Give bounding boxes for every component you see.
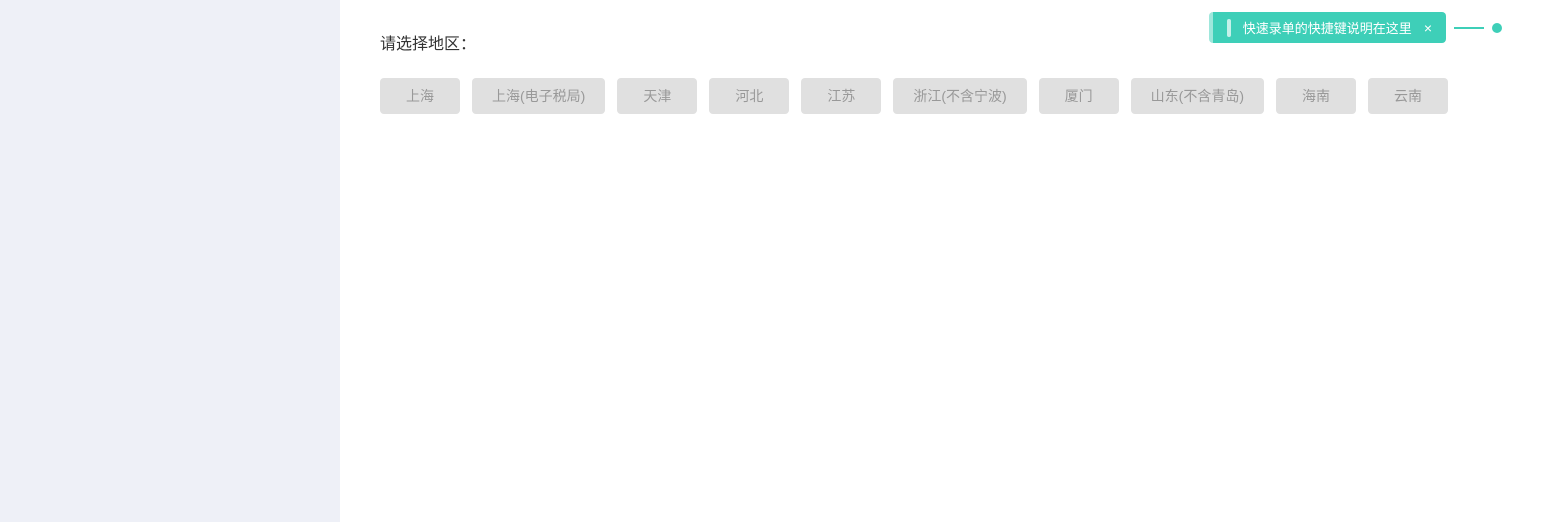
tooltip-line — [1454, 27, 1484, 29]
region-buttons: 上海上海(电子税局) 天津河北江苏浙江(不含宁波) 厦门山东(不含青岛) 海南云南 — [380, 78, 1522, 114]
region-btn-shanghai[interactable]: 上海 — [380, 78, 460, 114]
tooltip-close-button[interactable]: × — [1424, 20, 1432, 36]
region-btn-yunnan[interactable]: 云南 — [1368, 78, 1448, 114]
region-btn-xiamen[interactable]: 厦门 — [1039, 78, 1119, 114]
tooltip-text: 快速录单的快捷键说明在这里 — [1243, 18, 1412, 37]
region-btn-zhejiang[interactable]: 浙江(不含宁波) — [893, 78, 1026, 114]
main-content: 请选择地区： 上海上海(电子税局)天津河北江苏浙江(不含宁波)厦门山东(不含青岛… — [340, 0, 1562, 522]
region-btn-shanghai-etax[interactable]: 上海(电子税局) — [472, 78, 605, 114]
tooltip-box: 快速录单的快捷键说明在这里 × — [1209, 12, 1446, 43]
tooltip-bar-icon — [1227, 19, 1231, 37]
region-btn-tianjin[interactable]: 天津 — [617, 78, 697, 114]
left-sidebar — [0, 0, 340, 522]
region-btn-jiangsu[interactable]: 江苏 — [801, 78, 881, 114]
region-btn-hainan[interactable]: 海南 — [1276, 78, 1356, 114]
region-btn-hebei[interactable]: 河北 — [709, 78, 789, 114]
tooltip-dot — [1492, 23, 1502, 33]
tooltip-container: 快速录单的快捷键说明在这里 × — [1209, 12, 1502, 43]
region-btn-shandong[interactable]: 山东(不含青岛) — [1131, 78, 1264, 114]
